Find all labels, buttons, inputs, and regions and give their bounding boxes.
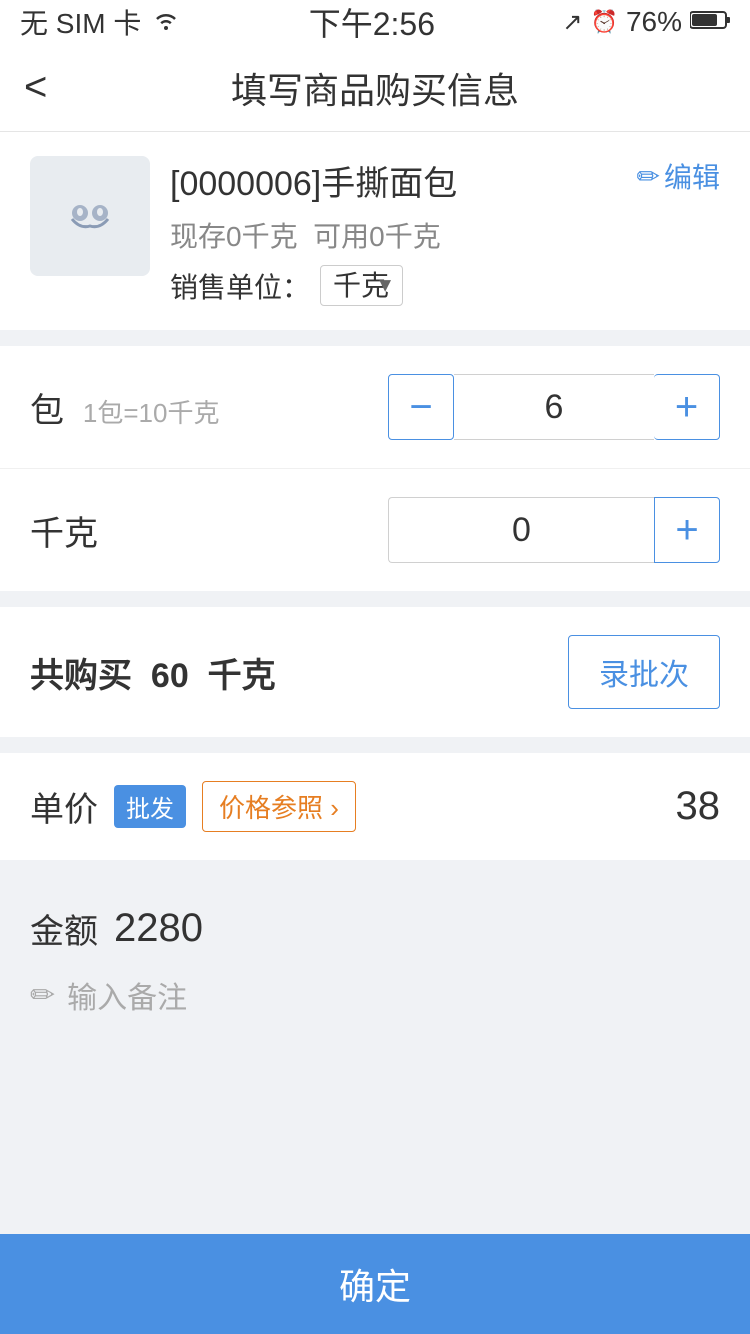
price-row: 单价 批发 价格参照 › 38	[30, 781, 720, 832]
summary-row: 共购买 60 千克 录批次	[0, 607, 750, 737]
alarm-icon: ⏰	[591, 9, 618, 35]
batch-button[interactable]: 录批次	[568, 635, 720, 709]
status-left: 无 SIM 卡	[20, 2, 181, 42]
status-time: 下午2:56	[309, 0, 435, 45]
price-value: 38	[676, 784, 721, 829]
confirm-button-label: 确定	[339, 1258, 411, 1310]
confirm-bar[interactable]: 确定	[0, 1234, 750, 1334]
page-title: 填写商品购买信息	[231, 62, 519, 114]
summary-text: 共购买 60 千克	[30, 648, 276, 697]
location-icon: ↗	[562, 8, 582, 37]
kilo-input[interactable]	[388, 497, 654, 563]
price-section: 单价 批发 价格参照 › 38	[0, 753, 750, 860]
remark-icon: ✏	[30, 978, 55, 1013]
package-plus-button[interactable]: +	[654, 374, 720, 440]
status-bar: 无 SIM 卡 下午2:56 ↗ ⏰ 76%	[0, 0, 750, 44]
sim-label: 无 SIM 卡	[20, 2, 141, 42]
edit-button[interactable]: ✏ 编辑	[637, 156, 720, 196]
package-input-row: 包 1包=10千克 − +	[0, 346, 750, 469]
nav-bar: < 填写商品购买信息	[0, 44, 750, 132]
product-info: [0000006]手撕面包 ✏ 编辑 现存0千克 可用0千克 销售单位： 千克	[170, 156, 720, 306]
battery-icon	[690, 6, 730, 38]
product-unit-row: 销售单位： 千克	[170, 265, 720, 306]
remark-row[interactable]: ✏ 输入备注	[30, 973, 720, 1017]
package-label-area: 包 1包=10千克	[30, 383, 219, 432]
unit-select[interactable]: 千克	[320, 265, 403, 306]
package-label: 包	[30, 392, 64, 430]
kilo-plus-button[interactable]: +	[654, 497, 720, 563]
back-button[interactable]: <	[24, 65, 47, 110]
unit-label: 销售单位：	[170, 266, 310, 306]
remark-label: 输入备注	[67, 973, 187, 1017]
package-controls: − +	[388, 374, 720, 440]
amount-value: 2280	[114, 906, 203, 951]
package-sublabel: 1包=10千克	[83, 398, 220, 428]
price-label: 单价	[30, 782, 98, 831]
kilo-input-row: 千克 +	[0, 469, 750, 591]
kilo-label: 千克	[30, 506, 98, 555]
price-tag: 批发	[114, 785, 186, 828]
package-minus-button[interactable]: −	[388, 374, 454, 440]
kilo-controls: +	[388, 497, 720, 563]
edit-label: 编辑	[664, 156, 720, 196]
package-input[interactable]	[454, 374, 654, 440]
status-right: ↗ ⏰ 76%	[562, 6, 730, 38]
amount-section: 金额 2280 ✏ 输入备注	[0, 876, 750, 1045]
summary-unit: 千克	[208, 657, 276, 695]
summary-amount: 60	[151, 657, 189, 695]
input-section: 包 1包=10千克 − + 千克 +	[0, 346, 750, 591]
amount-row: 金额 2280	[30, 904, 720, 953]
product-stock: 现存0千克 可用0千克	[170, 215, 720, 255]
price-ref-button[interactable]: 价格参照 ›	[202, 781, 356, 832]
product-image	[30, 156, 150, 276]
battery-label: 76%	[626, 6, 682, 38]
summary-prefix: 共购买	[30, 657, 132, 695]
amount-label: 金额	[30, 904, 98, 953]
unit-select-wrapper[interactable]: 千克	[320, 265, 403, 306]
product-name: [0000006]手撕面包	[170, 156, 457, 205]
product-card: [0000006]手撕面包 ✏ 编辑 现存0千克 可用0千克 销售单位： 千克	[0, 132, 750, 330]
edit-icon: ✏	[637, 160, 660, 193]
wifi-icon	[151, 6, 181, 38]
